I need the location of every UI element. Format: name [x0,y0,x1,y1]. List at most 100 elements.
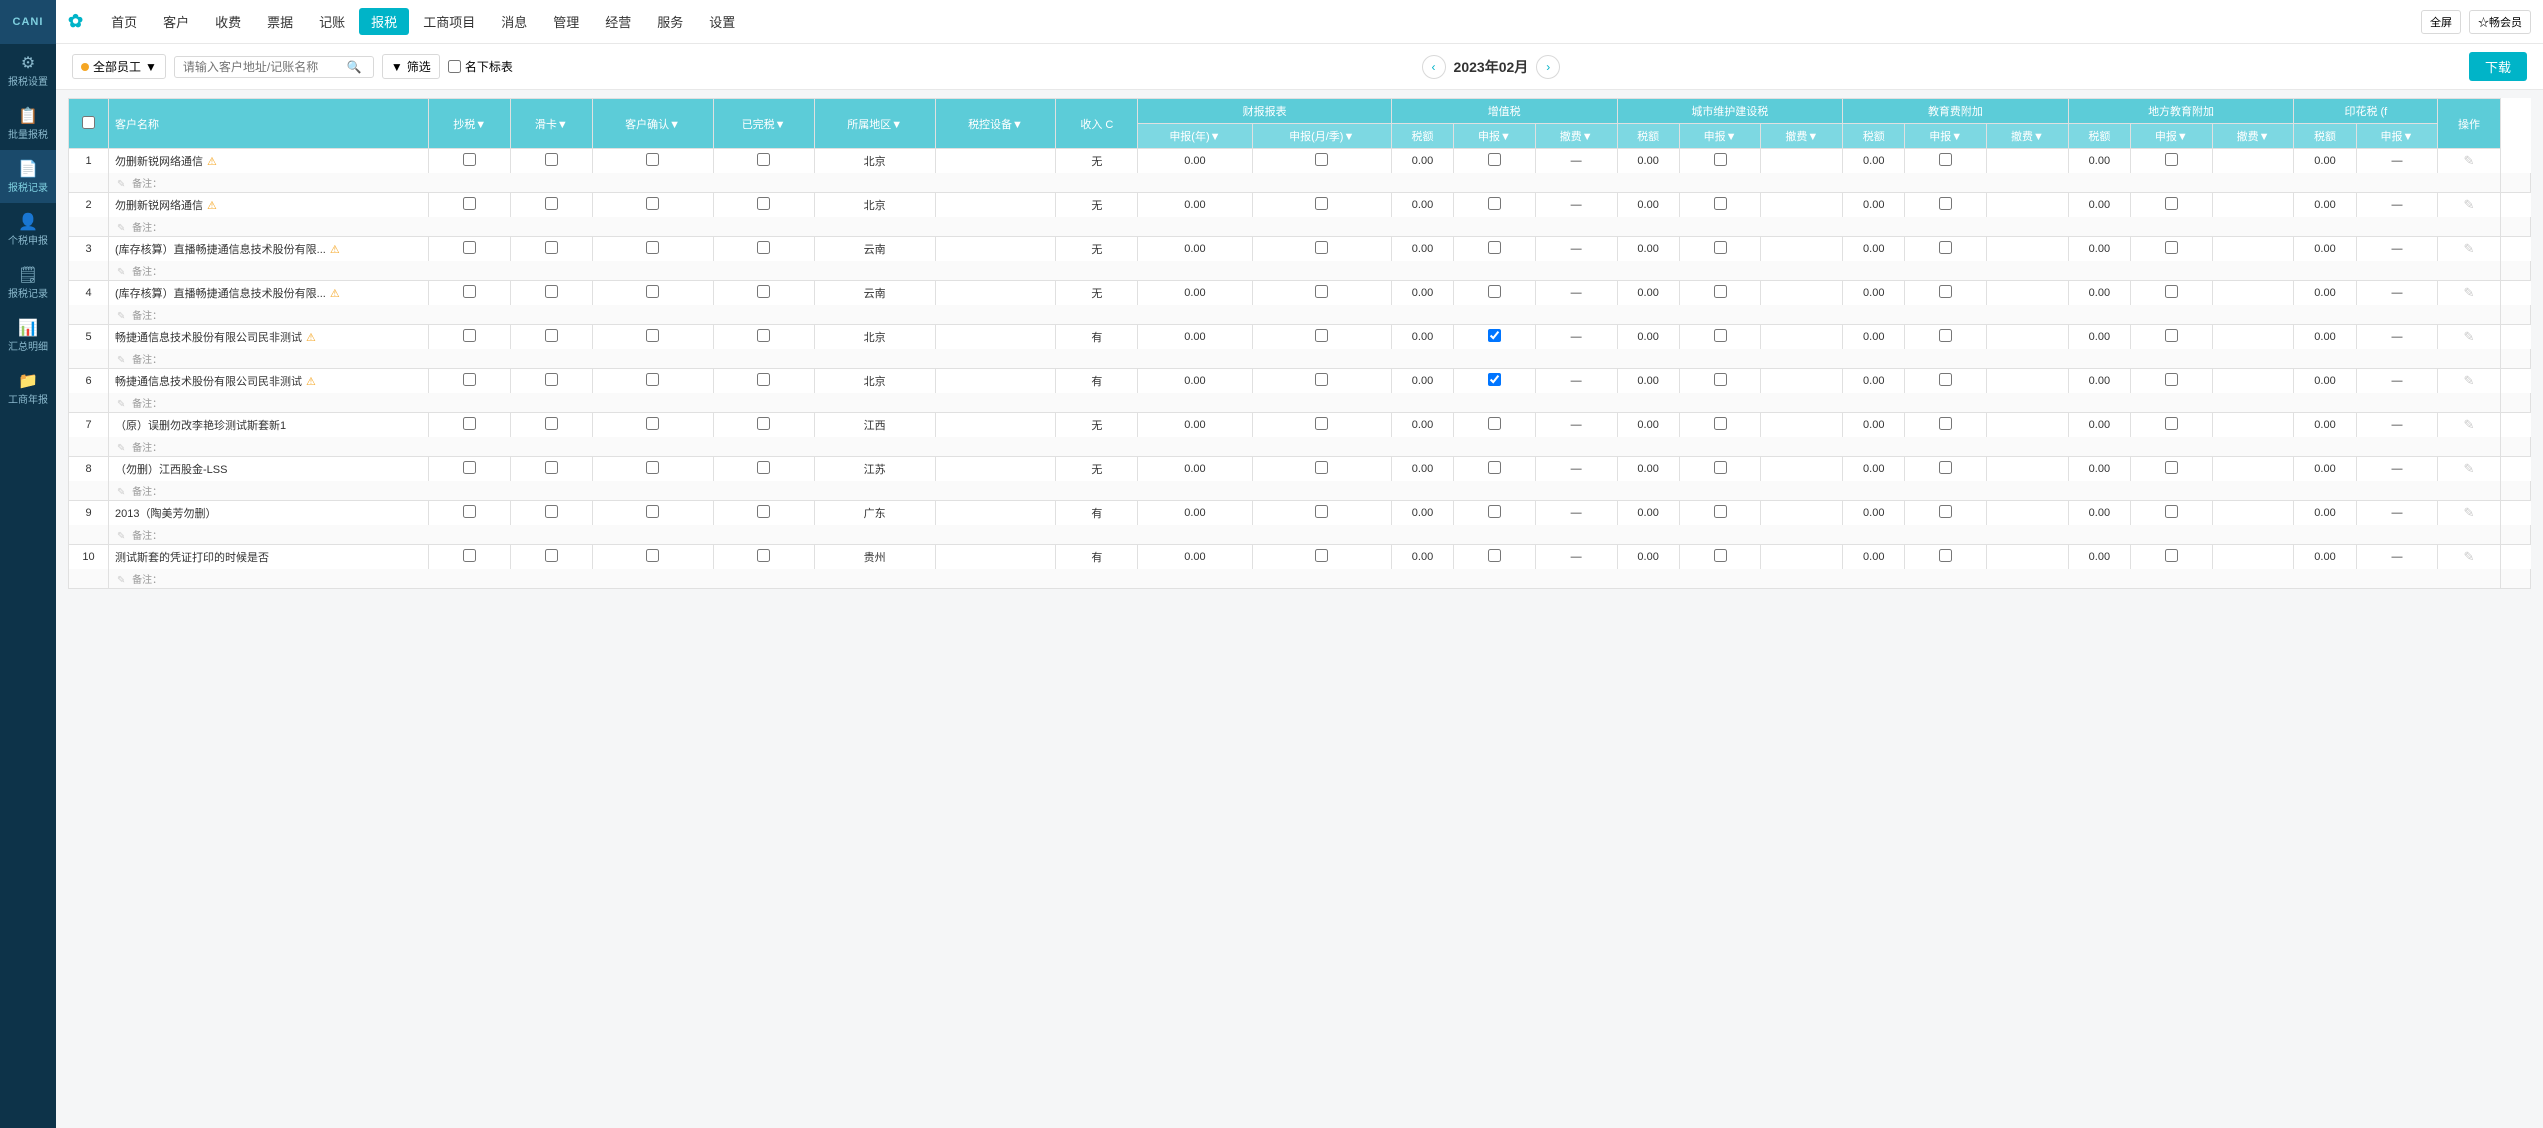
row-chengshi-shenbao[interactable] [1679,413,1761,438]
row-difang-shenbao[interactable] [2131,501,2213,526]
jiaoyu-shenbao-checkbox[interactable] [1939,505,1952,518]
member-button[interactable]: ☆畅会员 [2469,10,2531,34]
download-button[interactable]: 下载 [2469,52,2527,81]
yishenbao-checkbox[interactable] [757,505,770,518]
huaka-checkbox[interactable] [545,285,558,298]
chengshi-shenbao-checkbox[interactable] [1714,285,1727,298]
chaoyi-checkbox[interactable] [463,241,476,254]
row-queren[interactable] [592,457,713,482]
row-huaka[interactable] [511,413,593,438]
huaka-checkbox[interactable] [545,329,558,342]
named-label-checkbox[interactable]: 名下标表 [448,58,513,75]
edit-icon[interactable]: ✎ [2464,153,2475,168]
sidebar-item-gongshangnianbaoi[interactable]: 📁 工商年报 [0,362,56,415]
row-difang-shenbao[interactable] [2131,413,2213,438]
row-huaka[interactable] [511,501,593,526]
row-jiaoyu-shenbao[interactable] [1905,149,1987,174]
nav-xiaoxi[interactable]: 消息 [489,8,539,35]
jiaoyu-shenbao-checkbox[interactable] [1939,329,1952,342]
row-chaoyi[interactable] [429,237,511,262]
queren-checkbox[interactable] [646,153,659,166]
huaka-checkbox[interactable] [545,417,558,430]
chaoyi-checkbox[interactable] [463,285,476,298]
row-yishenbao[interactable] [713,149,814,174]
caiwubao-month-checkbox[interactable] [1315,197,1328,210]
nav-jingying[interactable]: 经营 [593,8,643,35]
row-huaka[interactable] [511,369,593,394]
row-jiaoyu-shenbao[interactable] [1905,281,1987,306]
prev-date-button[interactable]: ‹ [1422,55,1446,79]
nav-gongshang[interactable]: 工商项目 [411,8,487,35]
difang-shenbao-checkbox[interactable] [2165,461,2178,474]
row-queren[interactable] [592,149,713,174]
row-chengshi-shenbao[interactable] [1679,457,1761,482]
row-difang-shenbao[interactable] [2131,325,2213,350]
row-huaka[interactable] [511,281,593,306]
difang-shenbao-checkbox[interactable] [2165,417,2178,430]
zengjia-shenbao-checkbox[interactable] [1488,505,1501,518]
huaka-checkbox[interactable] [545,153,558,166]
caiwubao-month-checkbox[interactable] [1315,285,1328,298]
row-chengshi-shenbao[interactable] [1679,237,1761,262]
chaoyi-checkbox[interactable] [463,417,476,430]
named-checkbox[interactable] [448,60,461,73]
row-jiaoyu-shenbao[interactable] [1905,369,1987,394]
chaoyi-checkbox[interactable] [463,373,476,386]
nav-shezhi[interactable]: 设置 [697,8,747,35]
row-jiaoyu-shenbao[interactable] [1905,237,1987,262]
chengshi-shenbao-checkbox[interactable] [1714,373,1727,386]
yishenbao-checkbox[interactable] [757,197,770,210]
jiaoyu-shenbao-checkbox[interactable] [1939,373,1952,386]
row-queren[interactable] [592,369,713,394]
zengjia-shenbao-checkbox[interactable] [1488,549,1501,562]
caiwubao-month-checkbox[interactable] [1315,153,1328,166]
yishenbao-checkbox[interactable] [757,329,770,342]
edit-icon[interactable]: ✎ [2464,197,2475,212]
row-chengshi-shenbao[interactable] [1679,149,1761,174]
caiwubao-month-checkbox[interactable] [1315,549,1328,562]
caiwubao-month-checkbox[interactable] [1315,373,1328,386]
row-zengjia-shenbao[interactable] [1454,545,1536,570]
nav-homepage[interactable]: 首页 [99,8,149,35]
row-huaka[interactable] [511,149,593,174]
next-date-button[interactable]: › [1536,55,1560,79]
yishenbao-checkbox[interactable] [757,241,770,254]
huaka-checkbox[interactable] [545,461,558,474]
row-caiwubao-month[interactable] [1252,325,1391,350]
row-huaka[interactable] [511,457,593,482]
row-difang-shenbao[interactable] [2131,149,2213,174]
jiaoyu-shenbao-checkbox[interactable] [1939,549,1952,562]
caiwubao-month-checkbox[interactable] [1315,329,1328,342]
edit-icon[interactable]: ✎ [2464,549,2475,564]
chaoyi-checkbox[interactable] [463,549,476,562]
row-chengshi-shenbao[interactable] [1679,193,1761,218]
row-yishenbao[interactable] [713,545,814,570]
row-huaka[interactable] [511,193,593,218]
difang-shenbao-checkbox[interactable] [2165,285,2178,298]
row-caosuo[interactable]: ✎ [2438,193,2500,218]
row-chengshi-shenbao[interactable] [1679,545,1761,570]
row-chaoyi[interactable] [429,413,511,438]
row-zengjia-shenbao[interactable] [1454,369,1536,394]
row-caosuo[interactable]: ✎ [2438,149,2500,174]
edit-icon[interactable]: ✎ [2464,505,2475,520]
row-zengjia-shenbao[interactable] [1454,193,1536,218]
row-chengshi-shenbao[interactable] [1679,369,1761,394]
filter-button[interactable]: ▼ 筛选 [382,54,440,79]
row-caosuo[interactable]: ✎ [2438,369,2500,394]
chaoyi-checkbox[interactable] [463,505,476,518]
row-yishenbao[interactable] [713,193,814,218]
zengjia-shenbao-checkbox[interactable] [1488,197,1501,210]
edit-icon[interactable]: ✎ [2464,373,2475,388]
row-caiwubao-month[interactable] [1252,545,1391,570]
row-chengshi-shenbao[interactable] [1679,325,1761,350]
sidebar-item-piliangshuibao[interactable]: 📋 批量报税 [0,97,56,150]
jiaoyu-shenbao-checkbox[interactable] [1939,153,1952,166]
row-zengjia-shenbao[interactable] [1454,501,1536,526]
huaka-checkbox[interactable] [545,373,558,386]
row-caiwubao-month[interactable] [1252,369,1391,394]
huaka-checkbox[interactable] [545,241,558,254]
jiaoyu-shenbao-checkbox[interactable] [1939,197,1952,210]
zengjia-shenbao-checkbox[interactable] [1488,417,1501,430]
row-zengjia-shenbao[interactable] [1454,457,1536,482]
